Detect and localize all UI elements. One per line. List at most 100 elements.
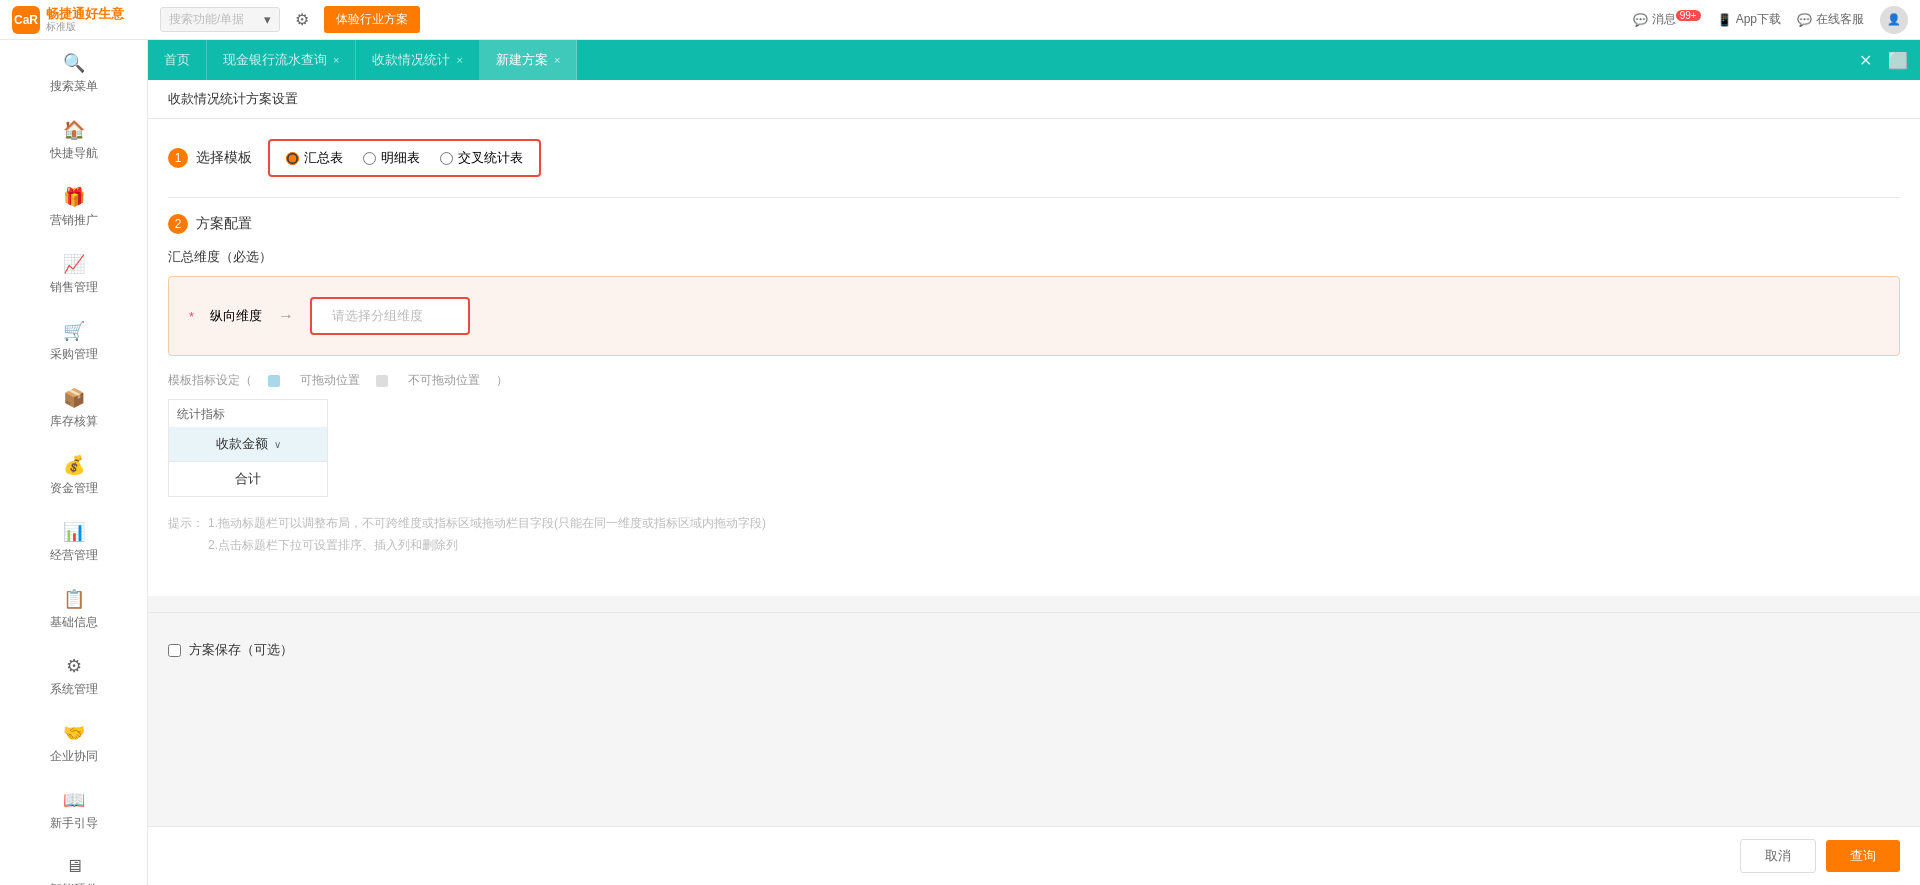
dimension-arrow-icon: → xyxy=(278,307,294,325)
sidebar-item-quicknav[interactable]: 🏠 快捷导航 xyxy=(0,107,147,174)
sidebar-item-purchase[interactable]: 🛒 采购管理 xyxy=(0,308,147,375)
radio-summary[interactable]: 汇总表 xyxy=(286,149,343,167)
stats-row-label: 合计 xyxy=(235,471,261,486)
sidebar-item-label-purchase: 采购管理 xyxy=(50,346,98,363)
download-label: App下载 xyxy=(1736,11,1781,28)
radio-summary-input[interactable] xyxy=(286,152,299,165)
stats-header-cell[interactable]: 收款金额 ∨ xyxy=(169,427,327,461)
finance-icon: 💰 xyxy=(63,454,85,476)
basic-icon: 📋 xyxy=(63,588,85,610)
sidebar-item-label-hardware: 智能硬件 xyxy=(50,881,98,885)
nav-search-select[interactable]: 搜索功能/单据 ▾ xyxy=(160,7,280,32)
tab-new-plan[interactable]: 新建方案 × xyxy=(480,40,577,80)
save-label[interactable]: 方案保存（可选） xyxy=(189,641,293,659)
quicknav-icon: 🏠 xyxy=(63,119,85,141)
service-label: 在线客服 xyxy=(1816,11,1864,28)
tab-home-label: 首页 xyxy=(164,51,190,69)
logo-icon: CaR xyxy=(12,6,40,34)
search-menu-icon: 🔍 xyxy=(63,52,85,74)
header-nav: 搜索功能/单据 ▾ ⚙ 体验行业方案 xyxy=(160,6,1633,34)
sidebar-item-marketing[interactable]: 🎁 营销推广 xyxy=(0,174,147,241)
sidebar-item-label-search: 搜索菜单 xyxy=(50,78,98,95)
dimension-select-box[interactable]: 请选择分组维度 xyxy=(310,297,470,335)
tab-bar-actions: ✕ ⬜ xyxy=(1855,47,1920,74)
step2-title: 方案配置 xyxy=(196,215,252,233)
radio-detail[interactable]: 明细表 xyxy=(363,149,420,167)
notification-item[interactable]: 💬 消息 99+ xyxy=(1633,11,1701,28)
service-item[interactable]: 💬 在线客服 xyxy=(1797,11,1864,28)
dimension-row: * 纵向维度 → 请选择分组维度 xyxy=(189,297,470,335)
tab-new-plan-close[interactable]: × xyxy=(554,54,560,66)
radio-summary-label: 汇总表 xyxy=(304,149,343,167)
dimension-placeholder: 请选择分组维度 xyxy=(332,308,423,323)
main-layout: 🔍 搜索菜单 🏠 快捷导航 🎁 营销推广 📈 销售管理 🛒 采购管理 📦 库存核… xyxy=(0,40,1920,885)
tips-section: 提示： 1.拖动标题栏可以调整布局，不可跨维度或指标区域拖动栏目字段(只能在同一… xyxy=(168,513,1900,556)
purchase-icon: 🛒 xyxy=(63,320,85,342)
sidebar-item-label-inventory: 库存核算 xyxy=(50,413,98,430)
stats-header-row: 收款金额 ∨ xyxy=(169,427,327,462)
sidebar-item-sales[interactable]: 📈 销售管理 xyxy=(0,241,147,308)
dimension-area: * 纵向维度 → 请选择分组维度 xyxy=(168,276,1900,356)
notification-label: 消息 xyxy=(1652,11,1676,28)
sidebar-item-management[interactable]: 📊 经营管理 xyxy=(0,509,147,576)
logo-area: CaR 畅捷通好生意 标准版 xyxy=(12,6,160,34)
download-item[interactable]: 📱 App下载 xyxy=(1717,11,1781,28)
sidebar-item-label-sales: 销售管理 xyxy=(50,279,98,296)
sidebar-item-finance[interactable]: 💰 资金管理 xyxy=(0,442,147,509)
stats-column-label: 收款金额 xyxy=(216,435,268,453)
step2-section: 2 方案配置 汇总维度（必选） * 纵向维度 → xyxy=(168,197,1900,556)
form-container: 1 选择模板 汇总表 明细表 xyxy=(148,119,1920,596)
template-radio-group: 汇总表 明细表 交叉统计表 xyxy=(268,139,541,177)
metrics-hint: 模板指标设定（ 可拖动位置 不可拖动位置 ） xyxy=(168,372,1900,389)
tab-close-window-btn[interactable]: ✕ xyxy=(1855,47,1876,74)
column-dropdown-arrow[interactable]: ∨ xyxy=(274,439,281,450)
hardware-icon: 🖥 xyxy=(65,856,83,877)
sidebar-item-basic[interactable]: 📋 基础信息 xyxy=(0,576,147,643)
notification-badge: 99+ xyxy=(1676,10,1701,21)
header-right: 💬 消息 99+ 📱 App下载 💬 在线客服 👤 xyxy=(1633,6,1908,34)
stats-category-label: 统计指标 xyxy=(169,400,327,423)
enterprise-icon: 🤝 xyxy=(63,722,85,744)
download-icon: 📱 xyxy=(1717,13,1732,27)
sidebar-item-label-quicknav: 快捷导航 xyxy=(50,145,98,162)
user-avatar[interactable]: 👤 xyxy=(1880,6,1908,34)
marketing-icon: 🎁 xyxy=(63,186,85,208)
tab-cashbank[interactable]: 现金银行流水查询 × xyxy=(207,40,356,80)
tab-home[interactable]: 首页 xyxy=(148,40,207,80)
tab-bar: 首页 现金银行流水查询 × 收款情况统计 × 新建方案 × ✕ ⬜ xyxy=(148,40,1920,80)
logo-text: 畅捷通好生意 xyxy=(46,6,124,22)
trial-button[interactable]: 体验行业方案 xyxy=(324,6,420,33)
gear-button[interactable]: ⚙ xyxy=(288,6,316,34)
sidebar-item-search[interactable]: 🔍 搜索菜单 xyxy=(0,40,147,107)
query-button[interactable]: 查询 xyxy=(1826,840,1900,872)
sidebar-item-label-marketing: 营销推广 xyxy=(50,212,98,229)
radio-cross-label: 交叉统计表 xyxy=(458,149,523,167)
service-icon: 💬 xyxy=(1797,13,1812,27)
step2-number: 2 xyxy=(168,214,188,234)
sidebar-item-enterprise[interactable]: 🤝 企业协同 xyxy=(0,710,147,777)
sidebar-item-guide[interactable]: 📖 新手引导 xyxy=(0,777,147,844)
tab-receipt[interactable]: 收款情况统计 × xyxy=(356,40,479,80)
metrics-header-label: 模板指标设定（ xyxy=(168,372,252,389)
sidebar-item-inventory[interactable]: 📦 库存核算 xyxy=(0,375,147,442)
step2-header: 2 方案配置 xyxy=(168,214,1900,234)
dimension-section-label: 汇总维度（必选） xyxy=(168,248,1900,266)
tip-line-1: 提示： 1.拖动标题栏可以调整布局，不可跨维度或指标区域拖动栏目字段(只能在同一… xyxy=(168,513,1900,535)
metrics-section: 模板指标设定（ 可拖动位置 不可拖动位置 ） 统计指标 xyxy=(168,372,1900,497)
radio-cross-input[interactable] xyxy=(440,152,453,165)
tab-maximize-btn[interactable]: ⬜ xyxy=(1884,47,1912,74)
tab-receipt-close[interactable]: × xyxy=(456,54,462,66)
radio-detail-input[interactable] xyxy=(363,152,376,165)
sales-icon: 📈 xyxy=(63,253,85,275)
tab-cashbank-close[interactable]: × xyxy=(333,54,339,66)
save-checkbox[interactable] xyxy=(168,644,181,657)
sidebar-item-system[interactable]: ⚙ 系统管理 xyxy=(0,643,147,710)
dimension-label-text: 汇总维度（必选） xyxy=(168,249,272,264)
management-icon: 📊 xyxy=(63,521,85,543)
radio-cross[interactable]: 交叉统计表 xyxy=(440,149,523,167)
cancel-button[interactable]: 取消 xyxy=(1740,839,1816,873)
sidebar-item-label-basic: 基础信息 xyxy=(50,614,98,631)
sidebar-item-hardware[interactable]: 🖥 智能硬件 xyxy=(0,844,147,885)
fixed-indicator xyxy=(376,375,388,387)
radio-detail-label: 明细表 xyxy=(381,149,420,167)
